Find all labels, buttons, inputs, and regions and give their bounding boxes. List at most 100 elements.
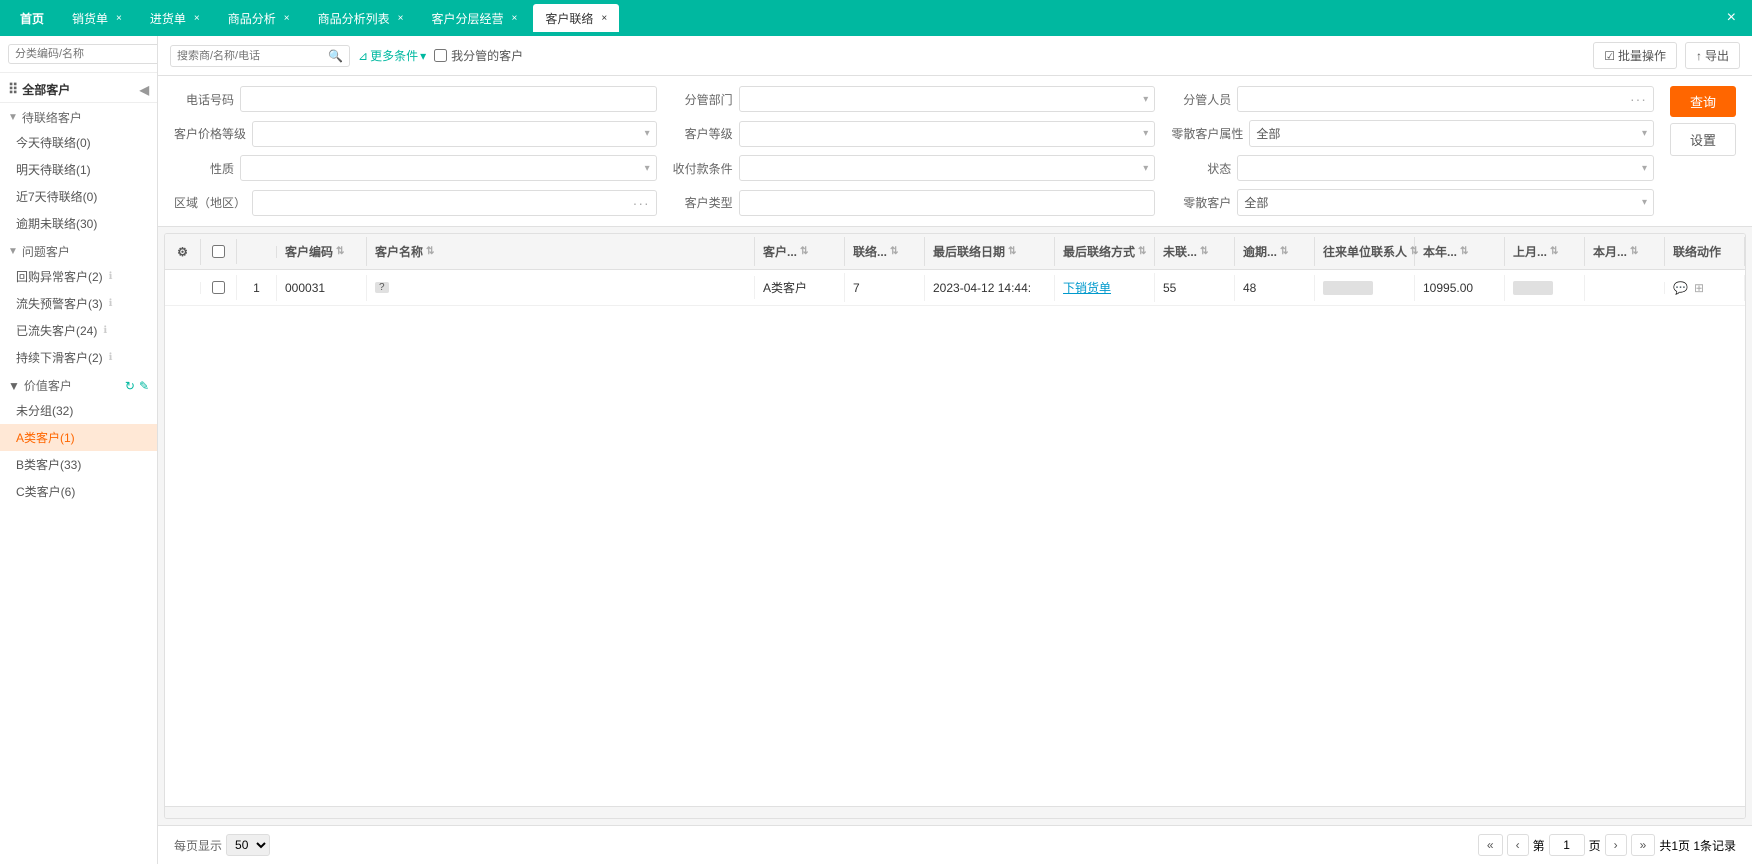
tab-product-analysis-close[interactable]: ×	[284, 13, 290, 24]
th-this-month[interactable]: 本月... ⇅	[1585, 237, 1665, 266]
page-input[interactable]	[1549, 834, 1585, 856]
tab-purchase-label: 进货单	[150, 10, 186, 27]
tab-product-analysis[interactable]: 商品分析 ×	[216, 4, 302, 32]
tab-sales[interactable]: 销货单 ×	[60, 4, 134, 32]
search-icon[interactable]: 🔍	[328, 49, 343, 63]
th-action: 联络动作	[1665, 237, 1745, 266]
th-contact[interactable]: 联络... ⇅	[845, 237, 925, 266]
row-overdue: 48	[1235, 275, 1315, 301]
bulk-ops-button[interactable]: ☑ 批量操作	[1593, 42, 1677, 69]
tab-product-analysis-list-close[interactable]: ×	[398, 13, 404, 24]
data-table: ⚙ 客户编码 ⇅ 客户名称 ⇅ 客户... ⇅ 联络...	[164, 233, 1746, 819]
edit-icon[interactable]: ✎	[139, 379, 149, 393]
pending-contact-section[interactable]: ▼ 待联络客户	[0, 103, 157, 129]
sidebar-item-ungrouped[interactable]: 未分组(32)	[0, 397, 157, 424]
retail-attr-arrow: ▾	[1642, 128, 1647, 139]
row-checkbox[interactable]	[212, 281, 225, 294]
sidebar-item-churned[interactable]: 已流失客户(24) ℹ	[0, 317, 157, 344]
status-select[interactable]: ▾	[1237, 155, 1654, 181]
th-this-year[interactable]: 本年... ⇅	[1415, 237, 1505, 266]
tab-customer-segment-label: 客户分层经营	[431, 10, 503, 27]
th-settings[interactable]: ⚙	[165, 239, 201, 265]
per-page-select[interactable]: 50	[226, 834, 270, 856]
sidebar-item-tomorrow[interactable]: 明天待联络(1)	[0, 156, 157, 183]
tab-customer-segment[interactable]: 客户分层经营 ×	[419, 4, 529, 32]
export-button[interactable]: ↑ 导出	[1685, 42, 1740, 69]
sidebar-item-overdue[interactable]: 逾期未联络(30)	[0, 210, 157, 237]
row-last-method[interactable]: 下销货单	[1055, 273, 1155, 302]
info-icon-3: ℹ	[103, 325, 107, 336]
th-name[interactable]: 客户名称 ⇅	[367, 237, 755, 266]
payment-select[interactable]: ▾	[739, 155, 1156, 181]
dept-select[interactable]: ▾	[739, 86, 1156, 112]
tab-customer-contact-close[interactable]: ×	[601, 13, 607, 24]
row-action: 💬 ⊞	[1665, 275, 1745, 301]
sidebar-item-repurchase-abnormal[interactable]: 回购异常客户(2) ℹ	[0, 263, 157, 290]
refresh-icon[interactable]: ↻	[125, 379, 135, 393]
tab-customer-segment-close[interactable]: ×	[511, 13, 517, 24]
row-this-month	[1585, 282, 1665, 294]
sidebar-item-churn-warning[interactable]: 流失预警客户(3) ℹ	[0, 290, 157, 317]
search-input[interactable]	[177, 50, 324, 62]
filter-bar: 🔍 ⊿ 更多条件 ▾ 我分管的客户 ☑ 批量操作 ↑ 导出	[158, 36, 1752, 76]
phone-input[interactable]	[240, 86, 657, 112]
th-last-method[interactable]: 最后联络方式 ⇅	[1055, 237, 1155, 266]
sidebar-all-customers[interactable]: ⠿ 全部客户 ◀	[0, 73, 157, 103]
region-select[interactable]: ···	[252, 190, 657, 216]
next-page-btn[interactable]: ›	[1605, 834, 1627, 856]
page-controls: « ‹ 第 页 › » 共1页 1条记录	[1478, 834, 1736, 856]
tab-purchase-close[interactable]: ×	[194, 13, 200, 24]
tab-home[interactable]: 首页	[8, 4, 56, 32]
retail-cust-select[interactable]: 全部 ▾	[1237, 189, 1654, 216]
sidebar-item-today[interactable]: 今天待联络(0)	[0, 129, 157, 156]
price-level-select[interactable]: ▾	[252, 121, 657, 147]
manager-select[interactable]: ···	[1237, 86, 1654, 112]
sidebar-item-declining[interactable]: 持续下滑客户(2) ℹ	[0, 344, 157, 371]
prev-page-btn[interactable]: ‹	[1507, 834, 1529, 856]
th-no-contact[interactable]: 未联... ⇅	[1155, 237, 1235, 266]
row-code: 000031	[277, 275, 367, 301]
sidebar-collapse-icon[interactable]: ◀	[140, 83, 149, 97]
tab-sales-label: 销货单	[72, 10, 108, 27]
cust-level-select[interactable]: ▾	[739, 121, 1156, 147]
region-field: 区域（地区） ···	[174, 190, 657, 216]
sidebar-search-input[interactable]	[8, 44, 158, 64]
horizontal-scrollbar[interactable]	[165, 806, 1745, 818]
my-customers-checkbox[interactable]	[434, 49, 447, 62]
first-page-btn[interactable]: «	[1478, 834, 1503, 856]
cust-type-input[interactable]	[739, 190, 1156, 216]
tab-sales-close[interactable]: ×	[116, 13, 122, 24]
problem-customers-section[interactable]: ▼ 问题客户	[0, 237, 157, 263]
settings-button[interactable]: 设置	[1670, 123, 1736, 156]
sidebar-item-7days[interactable]: 近7天待联络(0)	[0, 183, 157, 210]
my-customers-filter[interactable]: 我分管的客户	[434, 47, 523, 64]
sidebar-item-c-class[interactable]: C类客户(6)	[0, 478, 157, 505]
th-cust-type[interactable]: 客户... ⇅	[755, 237, 845, 266]
th-last-date[interactable]: 最后联络日期 ⇅	[925, 237, 1055, 266]
tab-customer-contact[interactable]: 客户联络 ×	[533, 4, 619, 32]
sidebar-item-b-class[interactable]: B类客户(33)	[0, 451, 157, 478]
tab-product-analysis-list[interactable]: 商品分析列表 ×	[306, 4, 416, 32]
sidebar-item-a-class[interactable]: A类客户(1)	[0, 424, 157, 451]
th-overdue[interactable]: 逾期... ⇅	[1235, 237, 1315, 266]
th-last-month[interactable]: 上月... ⇅	[1505, 237, 1585, 266]
more-filters-btn[interactable]: ⊿ 更多条件 ▾	[358, 47, 426, 64]
th-unit-contact[interactable]: 往来单位联系人 ⇅	[1315, 237, 1415, 266]
th-code[interactable]: 客户编码 ⇅	[277, 237, 367, 266]
select-all-checkbox[interactable]	[212, 245, 225, 258]
query-button[interactable]: 查询	[1670, 86, 1736, 117]
close-all-tabs[interactable]: ×	[1719, 9, 1744, 27]
nature-select[interactable]: ▾	[240, 155, 657, 181]
filter-icon: ⊿	[358, 49, 368, 63]
action-icon-1[interactable]: 💬	[1673, 281, 1688, 295]
dept-field: 分管部门 ▾	[673, 86, 1156, 112]
manager-label: 分管人员	[1171, 91, 1231, 108]
retail-attr-select[interactable]: 全部 ▾	[1249, 120, 1654, 147]
overdue-sort-icon: ⇅	[1280, 246, 1288, 257]
action-icon-2[interactable]: ⊞	[1694, 281, 1704, 295]
tab-purchase[interactable]: 进货单 ×	[138, 4, 212, 32]
export-icon: ↑	[1696, 49, 1702, 63]
adv-filter-row-2: 客户价格等级 ▾ 客户等级 ▾	[174, 120, 1654, 147]
value-customers-icons[interactable]: ↻ ✎	[125, 379, 149, 393]
last-page-btn[interactable]: »	[1631, 834, 1656, 856]
